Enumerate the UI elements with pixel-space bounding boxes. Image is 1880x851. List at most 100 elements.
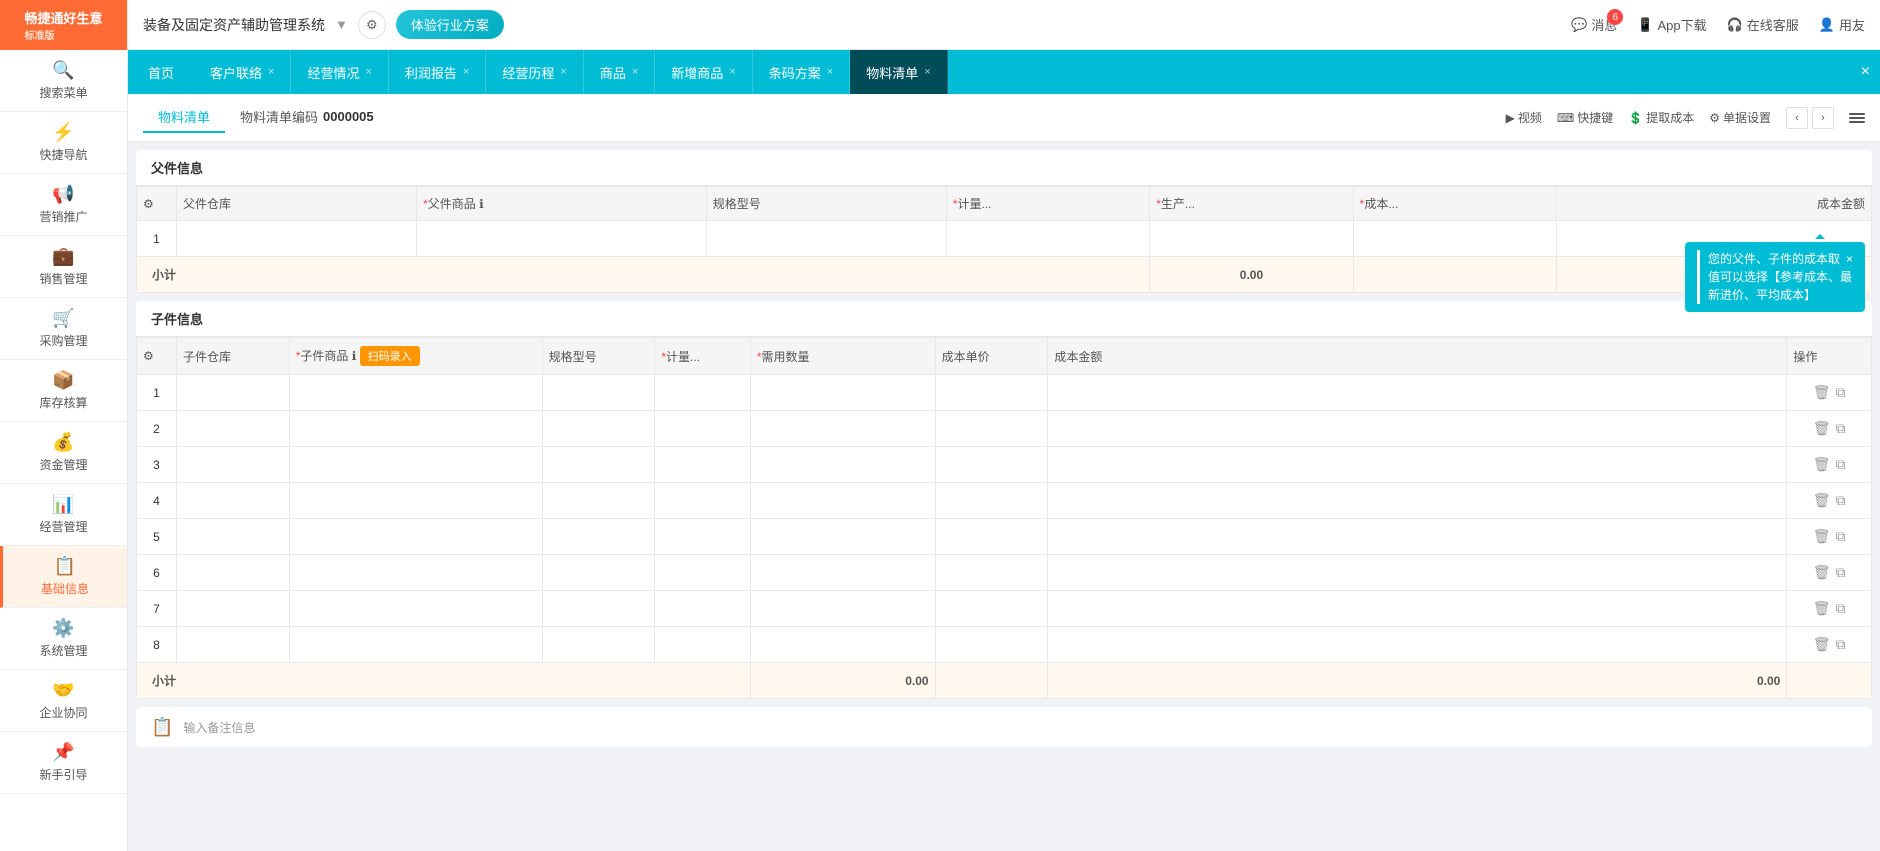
child-cell-unit-5[interactable] xyxy=(655,519,750,555)
child-cell-amount-1[interactable] xyxy=(1048,375,1787,411)
child-cell-unit-cost-7[interactable] xyxy=(935,591,1048,627)
close-customer-icon[interactable]: × xyxy=(268,66,274,78)
next-page-button[interactable]: › xyxy=(1812,107,1834,129)
child-cell-goods-4[interactable] xyxy=(289,483,542,519)
child-cell-spec-2[interactable] xyxy=(542,411,655,447)
tab-new-goods[interactable]: 新增商品 × xyxy=(655,50,752,94)
parent-cell-spec-1[interactable] xyxy=(706,221,946,257)
th-settings-child[interactable]: ⚙ xyxy=(137,338,177,375)
child-cell-unit-6[interactable] xyxy=(655,555,750,591)
child-cell-spec-3[interactable] xyxy=(542,447,655,483)
child-cell-warehouse-8[interactable] xyxy=(177,627,290,663)
child-cell-warehouse-2[interactable] xyxy=(177,411,290,447)
sidebar-item-inventory[interactable]: 📦 库存核算 xyxy=(0,360,127,422)
th-settings-parent[interactable]: ⚙ xyxy=(137,187,177,221)
child-cell-unit-cost-3[interactable] xyxy=(935,447,1048,483)
sidebar-item-search[interactable]: 🔍 搜索菜单 xyxy=(0,50,127,112)
app-download-button[interactable]: 📱 App下载 xyxy=(1637,15,1706,34)
child-cell-warehouse-1[interactable] xyxy=(177,375,290,411)
child-cell-warehouse-4[interactable] xyxy=(177,483,290,519)
dropdown-arrow-icon[interactable]: ▼ xyxy=(335,17,348,32)
child-cell-goods-8[interactable] xyxy=(289,627,542,663)
tab-customer[interactable]: 客户联络 × xyxy=(194,50,291,94)
sidebar-item-marketing[interactable]: 📢 营销推广 xyxy=(0,174,127,236)
child-cell-warehouse-3[interactable] xyxy=(177,447,290,483)
child-cell-qty-6[interactable] xyxy=(750,555,935,591)
delete-icon-1[interactable]: 🗑 xyxy=(1813,384,1831,401)
child-cell-amount-7[interactable] xyxy=(1048,591,1787,627)
video-button[interactable]: ▶ 视频 xyxy=(1506,109,1542,126)
copy-icon-4[interactable]: ⧉ xyxy=(1836,492,1846,509)
delete-icon-7[interactable]: 🗑 xyxy=(1813,600,1831,617)
scan-input-button[interactable]: 扫码录入 xyxy=(360,346,420,366)
online-service-button[interactable]: 🎧 在线客服 xyxy=(1727,15,1799,34)
child-cell-amount-6[interactable] xyxy=(1048,555,1787,591)
copy-icon-2[interactable]: ⧉ xyxy=(1836,420,1846,437)
child-cell-amount-4[interactable] xyxy=(1048,483,1787,519)
tab-profit[interactable]: 利润报告 × xyxy=(389,50,486,94)
sidebar-item-operations[interactable]: 📊 经营管理 xyxy=(0,484,127,546)
list-view-button[interactable] xyxy=(1849,113,1865,123)
child-cell-unit-8[interactable] xyxy=(655,627,750,663)
child-cell-spec-4[interactable] xyxy=(542,483,655,519)
sidebar-item-sales[interactable]: 💼 销售管理 xyxy=(0,236,127,298)
copy-icon-3[interactable]: ⧉ xyxy=(1836,456,1846,473)
child-cell-qty-4[interactable] xyxy=(750,483,935,519)
remarks-placeholder[interactable]: 输入备注信息 xyxy=(183,719,255,736)
child-cell-goods-7[interactable] xyxy=(289,591,542,627)
parent-cell-unit-1[interactable] xyxy=(946,221,1149,257)
parent-cell-goods-1[interactable] xyxy=(417,221,707,257)
tab-home[interactable]: 首页 xyxy=(128,50,194,94)
child-cell-spec-5[interactable] xyxy=(542,519,655,555)
close-goods-icon[interactable]: × xyxy=(632,66,638,78)
child-cell-spec-8[interactable] xyxy=(542,627,655,663)
copy-icon-7[interactable]: ⧉ xyxy=(1836,600,1846,617)
child-cell-amount-2[interactable] xyxy=(1048,411,1787,447)
tab-bom[interactable]: 物料清单 × xyxy=(850,50,947,94)
child-cell-amount-5[interactable] xyxy=(1048,519,1787,555)
child-cell-goods-6[interactable] xyxy=(289,555,542,591)
child-cell-spec-7[interactable] xyxy=(542,591,655,627)
child-cell-goods-5[interactable] xyxy=(289,519,542,555)
delete-icon-5[interactable]: 🗑 xyxy=(1813,528,1831,545)
close-history-icon[interactable]: × xyxy=(560,66,566,78)
child-cell-qty-3[interactable] xyxy=(750,447,935,483)
close-barcode-icon[interactable]: × xyxy=(827,66,833,78)
copy-icon-6[interactable]: ⧉ xyxy=(1836,564,1846,581)
child-cell-qty-5[interactable] xyxy=(750,519,935,555)
parent-cell-warehouse-1[interactable] xyxy=(177,221,417,257)
sidebar-item-guide[interactable]: 📌 新手引导 xyxy=(0,732,127,794)
sidebar-item-finance[interactable]: 💰 资金管理 xyxy=(0,422,127,484)
child-cell-amount-3[interactable] xyxy=(1048,447,1787,483)
tab-operations[interactable]: 经营情况 × xyxy=(291,50,388,94)
parent-cell-production-1[interactable] xyxy=(1150,221,1353,257)
copy-icon-8[interactable]: ⧉ xyxy=(1836,636,1846,653)
child-cell-qty-1[interactable] xyxy=(750,375,935,411)
child-cell-unit-cost-2[interactable] xyxy=(935,411,1048,447)
child-cell-unit-1[interactable] xyxy=(655,375,750,411)
child-cell-unit-cost-8[interactable] xyxy=(935,627,1048,663)
child-cell-unit-2[interactable] xyxy=(655,411,750,447)
tab-barcode[interactable]: 条码方案 × xyxy=(753,50,850,94)
child-cell-qty-7[interactable] xyxy=(750,591,935,627)
gear-button[interactable]: ⚙ xyxy=(358,11,386,39)
extract-cost-button[interactable]: 💲 提取成本 xyxy=(1628,109,1694,126)
delete-icon-2[interactable]: 🗑 xyxy=(1813,420,1831,437)
sidebar-item-enterprise[interactable]: 🤝 企业协同 xyxy=(0,670,127,732)
child-cell-warehouse-7[interactable] xyxy=(177,591,290,627)
child-cell-unit-4[interactable] xyxy=(655,483,750,519)
child-cell-unit-cost-6[interactable] xyxy=(935,555,1048,591)
tab-history[interactable]: 经营历程 × xyxy=(486,50,583,94)
child-cell-warehouse-5[interactable] xyxy=(177,519,290,555)
sidebar-item-purchase[interactable]: 🛒 采购管理 xyxy=(0,298,127,360)
child-cell-spec-1[interactable] xyxy=(542,375,655,411)
trial-button[interactable]: 体验行业方案 xyxy=(396,10,504,39)
child-cell-warehouse-6[interactable] xyxy=(177,555,290,591)
child-cell-goods-3[interactable] xyxy=(289,447,542,483)
prev-page-button[interactable]: ‹ xyxy=(1786,107,1808,129)
sub-tab-bom-code[interactable]: 物料清单编码 0000005 xyxy=(225,102,389,133)
doc-settings-button[interactable]: ⚙ 单据设置 xyxy=(1709,109,1771,126)
delete-icon-3[interactable]: 🗑 xyxy=(1813,456,1831,473)
sidebar-item-system[interactable]: ⚙️ 系统管理 xyxy=(0,608,127,670)
child-cell-amount-8[interactable] xyxy=(1048,627,1787,663)
